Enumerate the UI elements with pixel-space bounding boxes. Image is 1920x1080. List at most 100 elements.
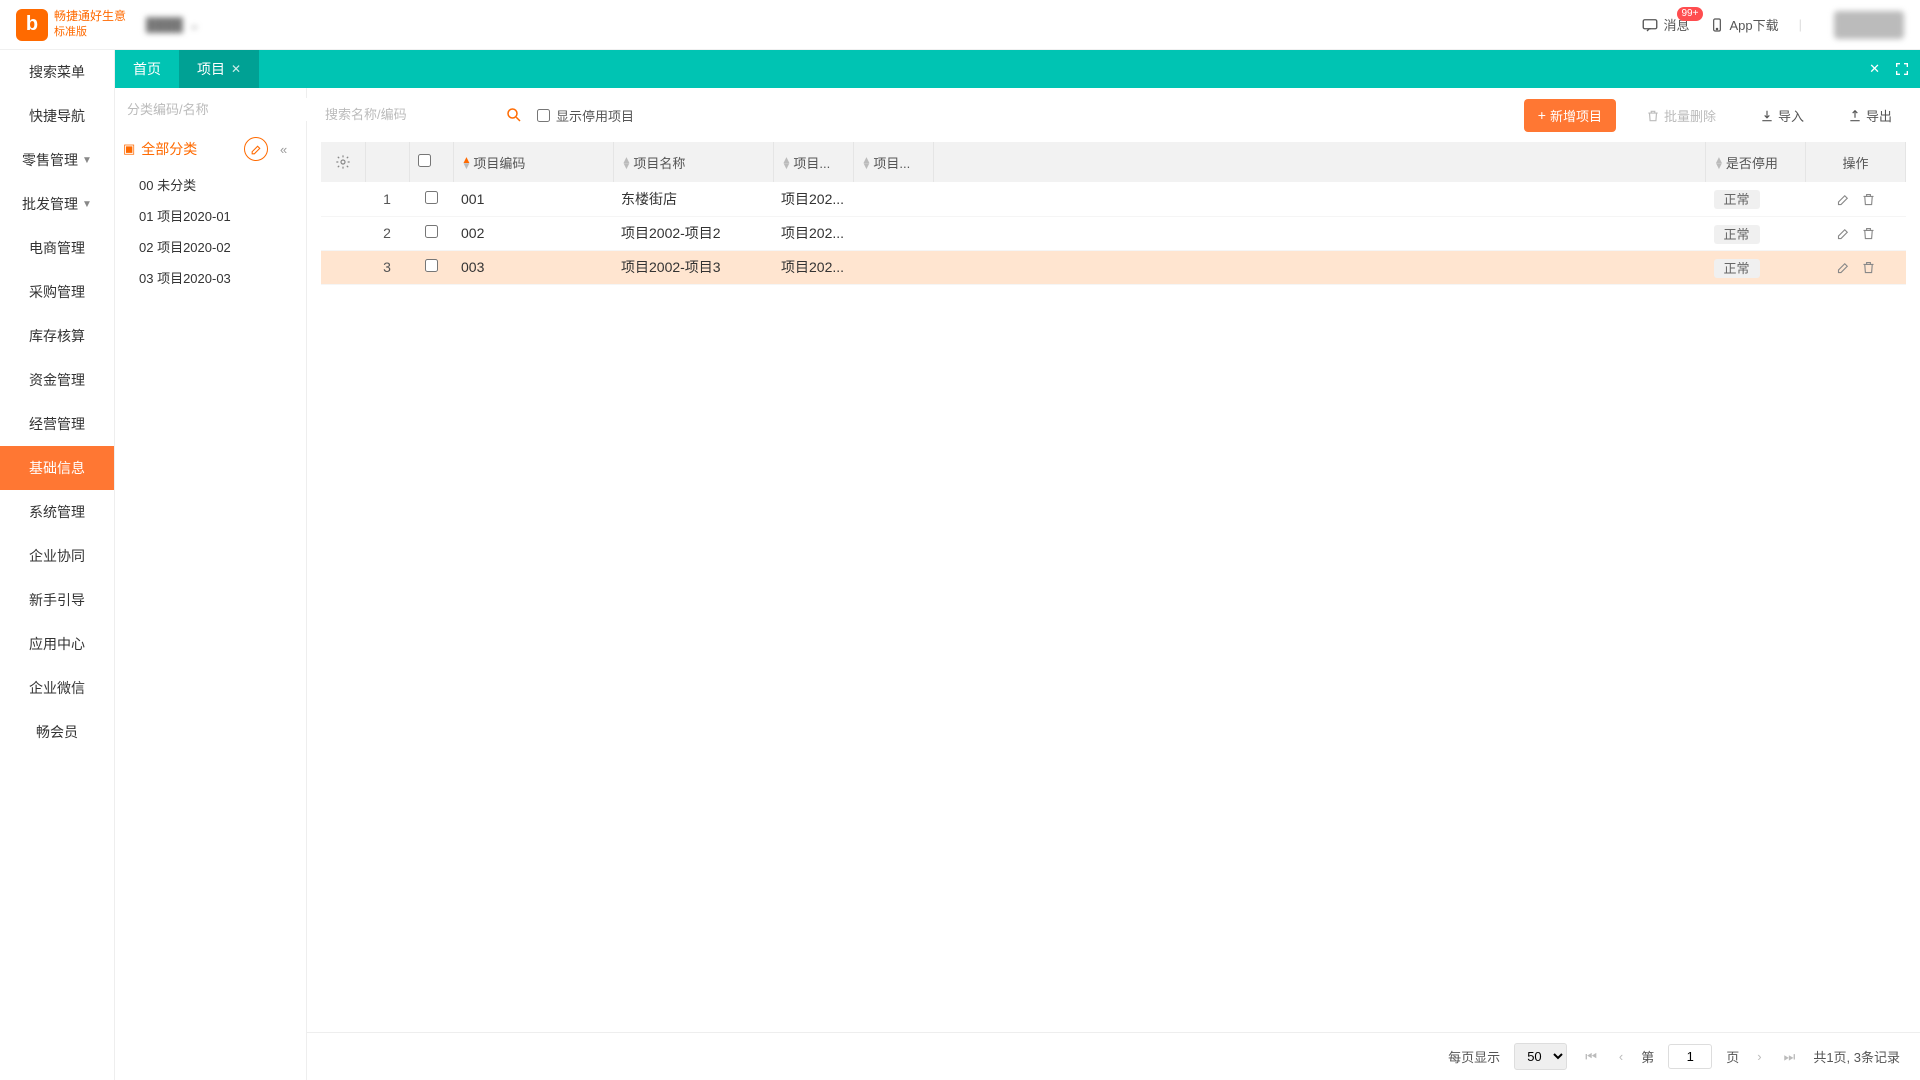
messages-button[interactable]: 消息 99+ (1641, 15, 1689, 34)
cell-cat: 项目202... (773, 182, 853, 216)
sidebar-item-label: 批发管理 (22, 194, 78, 214)
logo-icon: b (16, 9, 48, 41)
cell-cat: 项目202... (773, 250, 853, 284)
cell-name: 项目2002-项目2 (613, 216, 773, 250)
sidebar-item-label: 资金管理 (29, 370, 85, 390)
table-search-input[interactable] (321, 103, 505, 126)
sidebar-item[interactable]: 采购管理 (0, 270, 114, 314)
edit-row-button[interactable] (1836, 259, 1851, 276)
cell-cat: 项目202... (773, 216, 853, 250)
sidebar-item[interactable]: 企业协同 (0, 534, 114, 578)
edit-row-button[interactable] (1836, 225, 1851, 242)
settings-column[interactable] (321, 142, 365, 182)
table-row[interactable]: 3 003 项目2002-项目3 项目202... 正常 (321, 250, 1906, 284)
sidebar-item-label: 畅会员 (36, 722, 78, 742)
col-cat[interactable]: ▲▼项目... (773, 142, 853, 182)
first-page-button[interactable]: ⏮ (1581, 1049, 1601, 1065)
sidebar-item[interactable]: 经营管理 (0, 402, 114, 446)
col-ops: 操作 (1806, 142, 1906, 182)
last-page-button[interactable]: ⏭ (1780, 1049, 1800, 1065)
row-index: 2 (365, 216, 409, 250)
category-node[interactable]: 00 未分类 (123, 169, 298, 200)
app-download-button[interactable]: App下载 (1709, 15, 1778, 34)
page-input[interactable] (1668, 1044, 1712, 1069)
sidebar-item[interactable]: 库存核算 (0, 314, 114, 358)
sidebar-item-label: 快捷导航 (29, 106, 85, 126)
tab-project[interactable]: 项目 ✕ (179, 50, 259, 88)
top-header: b 畅捷通好生意 标准版 ████ ⌄ 消息 99+ App (0, 0, 1920, 50)
col-disabled[interactable]: ▲▼是否停用 (1706, 142, 1806, 182)
show-disabled-checkbox[interactable]: 显示停用项目 (537, 106, 634, 125)
tab-bar: 首页 项目 ✕ ✕ (0, 50, 1920, 88)
export-button[interactable]: 导出 (1834, 99, 1906, 132)
sidebar-item[interactable]: 资金管理 (0, 358, 114, 402)
brand-name: 畅捷通好生意 (54, 10, 126, 23)
sidebar-item-label: 库存核算 (29, 326, 85, 346)
row-checkbox[interactable] (425, 225, 438, 238)
sidebar-item-label: 系统管理 (29, 502, 85, 522)
add-project-button[interactable]: + 新增项目 (1524, 99, 1616, 132)
left-sidebar: 搜索菜单快捷导航零售管理▼ 批发管理 ▼ 电商管理采购管理库存核算资金管理经营管理基础… (0, 50, 115, 1080)
category-node[interactable]: 02 项目2020-02 (123, 231, 298, 262)
export-icon (1848, 107, 1862, 123)
batch-delete-button[interactable]: 批量删除 (1632, 99, 1730, 132)
tab-close-button[interactable]: ✕ (1869, 61, 1880, 78)
col-name[interactable]: ▲▼项目名称 (613, 142, 773, 182)
search-icon[interactable] (505, 106, 523, 124)
status-badge: 正常 (1714, 259, 1760, 278)
index-column (365, 142, 409, 182)
row-checkbox[interactable] (425, 259, 438, 272)
delete-row-button[interactable] (1861, 259, 1876, 276)
sidebar-item-label: 搜索菜单 (29, 62, 85, 82)
delete-row-button[interactable] (1861, 190, 1876, 207)
folder-icon: ▣ (123, 141, 135, 157)
sidebar-item[interactable]: 电商管理 (0, 226, 114, 270)
sidebar-item[interactable]: 基础信息 (0, 446, 114, 490)
user-avatar[interactable] (1834, 11, 1904, 39)
sidebar-item[interactable]: 系统管理 (0, 490, 114, 534)
sidebar-item[interactable]: 畅会员 (0, 710, 114, 754)
table-row[interactable]: 2 002 项目2002-项目2 项目202... 正常 (321, 216, 1906, 250)
sidebar-item[interactable]: 应用中心 (0, 622, 114, 666)
collapse-left-icon[interactable]: « (280, 142, 298, 157)
category-node[interactable]: 03 项目2020-03 (123, 262, 298, 293)
chevron-down-icon: ⌄ (189, 17, 200, 33)
tab-home[interactable]: 首页 (115, 50, 179, 88)
messages-badge: 99+ (1677, 7, 1704, 21)
col-code[interactable]: ▲▼项目编码 (453, 142, 613, 182)
edit-row-button[interactable] (1836, 190, 1851, 207)
cell-name: 东楼街店 (613, 182, 773, 216)
fullscreen-icon[interactable] (1894, 61, 1910, 78)
sidebar-item[interactable]: 新手引导 (0, 578, 114, 622)
cell-path (853, 182, 933, 216)
sidebar-item[interactable]: 零售管理▼ (0, 138, 114, 182)
prev-page-button[interactable]: ‹ (1615, 1049, 1627, 1064)
page-size-select[interactable]: 50 (1514, 1043, 1567, 1070)
close-icon[interactable]: ✕ (231, 62, 241, 76)
row-checkbox[interactable] (425, 191, 438, 204)
checkbox-column[interactable] (409, 142, 453, 182)
import-button[interactable]: 导入 (1746, 99, 1818, 132)
caret-icon: ▼ (82, 199, 92, 210)
sidebar-item[interactable]: 快捷导航 (0, 94, 114, 138)
sidebar-item-label: 企业微信 (29, 678, 85, 698)
sidebar-item-label: 采购管理 (29, 282, 85, 302)
col-path[interactable]: ▲▼项目... (853, 142, 933, 182)
company-selector[interactable]: ████ ⌄ (146, 17, 200, 33)
delete-row-button[interactable] (1861, 225, 1876, 242)
category-all[interactable]: 全部分类 (141, 139, 197, 159)
edit-category-button[interactable] (244, 137, 268, 161)
sidebar-item-label: 新手引导 (29, 590, 85, 610)
sidebar-item-label: 应用中心 (29, 634, 85, 654)
chat-icon (1641, 16, 1659, 34)
cell-code: 003 (453, 250, 613, 284)
table-row[interactable]: 1 001 东楼街店 项目202... 正常 (321, 182, 1906, 216)
sidebar-item[interactable]: 搜索菜单 (0, 50, 114, 94)
next-page-button[interactable]: › (1753, 1049, 1765, 1064)
sidebar-item[interactable]: 企业微信 (0, 666, 114, 710)
sidebar-item-label: 企业协同 (29, 546, 85, 566)
content-area: 显示停用项目 + 新增项目 批量删除 (307, 88, 1920, 1080)
sidebar-item[interactable]: 批发管理 ▼ (0, 182, 114, 226)
category-search-input[interactable] (123, 98, 307, 121)
category-node[interactable]: 01 项目2020-01 (123, 200, 298, 231)
